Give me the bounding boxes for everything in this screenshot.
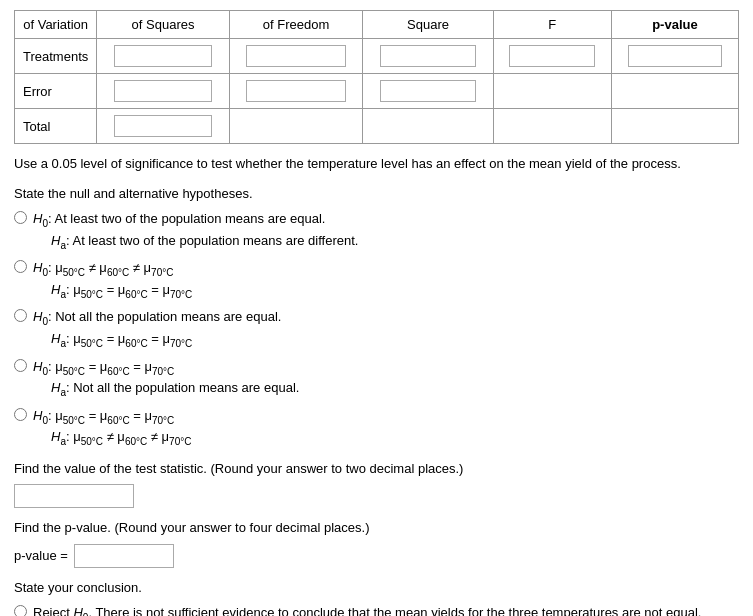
error-f-cell xyxy=(493,74,611,109)
error-df-input[interactable] xyxy=(246,80,345,102)
ha-5: Ha: μ50°C ≠ μ60°C ≠ μ70°C xyxy=(51,427,191,449)
error-pval-cell xyxy=(611,74,738,109)
total-f-cell xyxy=(493,109,611,144)
h0-5: H0: μ50°C = μ60°C = μ70°C xyxy=(33,408,174,423)
row-treatments: Treatments xyxy=(15,39,739,74)
total-pval-cell xyxy=(611,109,738,144)
col-freedom: of Freedom xyxy=(229,11,363,39)
significance-text: Use a 0.05 level of significance to test… xyxy=(14,154,739,174)
hypothesis-option-2-text: H0: μ50°C ≠ μ60°C ≠ μ70°C Ha: μ50°C = μ6… xyxy=(33,258,192,301)
conclusion-radio-group: Reject H0. There is not sufficient evide… xyxy=(14,603,739,616)
hypothesis-option-3-text: H0: Not all the population means are equ… xyxy=(33,307,281,350)
pvalue-input[interactable] xyxy=(74,544,174,568)
hypothesis-option-4-text: H0: μ50°C = μ60°C = μ70°C Ha: Not all th… xyxy=(33,357,299,400)
h0-3: H0: Not all the population means are equ… xyxy=(33,309,281,324)
hypothesis-radio-1[interactable] xyxy=(14,211,27,224)
find-pvalue-label: Find the p-value. (Round your answer to … xyxy=(14,518,739,538)
treatments-f-cell xyxy=(493,39,611,74)
treatments-pval-cell xyxy=(611,39,738,74)
treatments-pval-input[interactable] xyxy=(628,45,722,67)
total-ss-cell xyxy=(97,109,229,144)
col-f: F xyxy=(493,11,611,39)
find-test-stat-label: Find the value of the test statistic. (R… xyxy=(14,459,739,479)
total-ms-cell xyxy=(363,109,493,144)
conclusion-option-1: Reject H0. There is not sufficient evide… xyxy=(14,603,739,616)
conclusion-radio-1[interactable] xyxy=(14,605,27,616)
h0-1: H0: At least two of the population means… xyxy=(33,211,325,226)
hypothesis-radio-4[interactable] xyxy=(14,359,27,372)
state-conclusion-label: State your conclusion. xyxy=(14,578,739,598)
error-ss-cell xyxy=(97,74,229,109)
anova-table: of Variation of Squares of Freedom Squar… xyxy=(14,10,739,144)
error-ss-input[interactable] xyxy=(114,80,212,102)
treatments-df-cell xyxy=(229,39,363,74)
h0-2: H0: μ50°C ≠ μ60°C ≠ μ70°C xyxy=(33,260,173,275)
treatments-ss-cell xyxy=(97,39,229,74)
hypothesis-option-1: H0: At least two of the population means… xyxy=(14,209,739,252)
test-stat-input[interactable] xyxy=(14,484,134,508)
col-square: Square xyxy=(363,11,493,39)
treatments-label: Treatments xyxy=(15,39,97,74)
hypothesis-radio-2[interactable] xyxy=(14,260,27,273)
hypothesis-option-4: H0: μ50°C = μ60°C = μ70°C Ha: Not all th… xyxy=(14,357,739,400)
col-squares: of Squares xyxy=(97,11,229,39)
treatments-ss-input[interactable] xyxy=(114,45,212,67)
error-df-cell xyxy=(229,74,363,109)
error-ms-input[interactable] xyxy=(380,80,476,102)
hypothesis-radio-5[interactable] xyxy=(14,408,27,421)
col-variation: of Variation xyxy=(15,11,97,39)
error-ms-cell xyxy=(363,74,493,109)
treatments-ms-input[interactable] xyxy=(380,45,476,67)
hypothesis-option-5: H0: μ50°C = μ60°C = μ70°C Ha: μ50°C ≠ μ6… xyxy=(14,406,739,449)
ha-3: Ha: μ50°C = μ60°C = μ70°C xyxy=(51,329,281,351)
treatments-f-input[interactable] xyxy=(509,45,595,67)
state-hypotheses-label: State the null and alternative hypothese… xyxy=(14,184,739,204)
total-df-cell xyxy=(229,109,363,144)
hypothesis-radio-group: H0: At least two of the population means… xyxy=(14,209,739,449)
hypothesis-option-3: H0: Not all the population means are equ… xyxy=(14,307,739,350)
hypothesis-option-1-text: H0: At least two of the population means… xyxy=(33,209,358,252)
pvalue-line: p-value = xyxy=(14,544,739,568)
hypothesis-option-2: H0: μ50°C ≠ μ60°C ≠ μ70°C Ha: μ50°C = μ6… xyxy=(14,258,739,301)
ha-4: Ha: Not all the population means are equ… xyxy=(51,378,299,400)
error-label: Error xyxy=(15,74,97,109)
test-stat-section: Find the value of the test statistic. (R… xyxy=(14,459,739,509)
col-pvalue: p-value xyxy=(611,11,738,39)
row-total: Total xyxy=(15,109,739,144)
treatments-df-input[interactable] xyxy=(246,45,345,67)
conclusion-text-1: Reject H0. There is not sufficient evide… xyxy=(33,603,701,616)
total-ss-input[interactable] xyxy=(114,115,212,137)
h0-4: H0: μ50°C = μ60°C = μ70°C xyxy=(33,359,174,374)
total-label: Total xyxy=(15,109,97,144)
hypothesis-option-5-text: H0: μ50°C = μ60°C = μ70°C Ha: μ50°C ≠ μ6… xyxy=(33,406,191,449)
pvalue-section: Find the p-value. (Round your answer to … xyxy=(14,518,739,568)
ha-1: Ha: At least two of the population means… xyxy=(51,231,358,253)
pvalue-equals-label: p-value = xyxy=(14,548,68,563)
treatments-ms-cell xyxy=(363,39,493,74)
row-error: Error xyxy=(15,74,739,109)
hypothesis-radio-3[interactable] xyxy=(14,309,27,322)
ha-2: Ha: μ50°C = μ60°C = μ70°C xyxy=(51,280,192,302)
